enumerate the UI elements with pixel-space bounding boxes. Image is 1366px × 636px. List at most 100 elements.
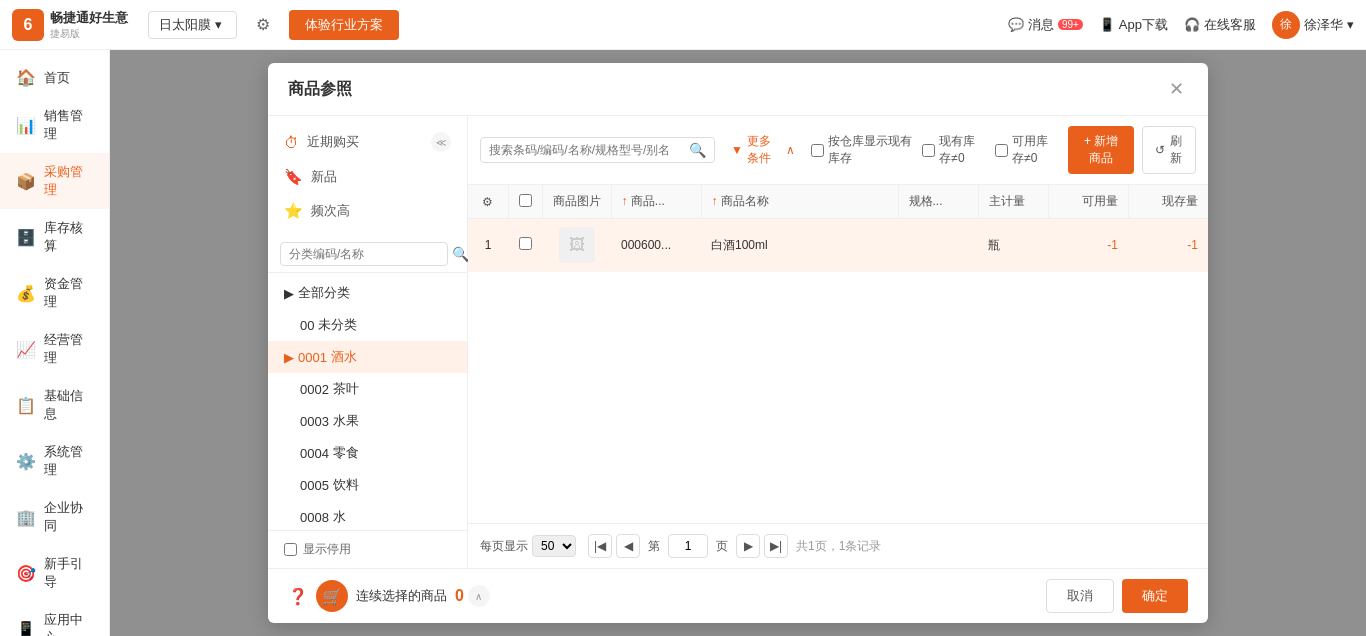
phone-icon: 📱 — [1099, 17, 1115, 32]
chevron-up-icon: ∧ — [786, 143, 795, 157]
recent-section: ⏱ 近期购买 ≪ 🔖 新品 ⭐ 频次高 — [268, 116, 467, 236]
sidebar-item-system[interactable]: ⚙️ 系统管理 — [0, 433, 109, 489]
col-code-header[interactable]: ↑ 商品... — [611, 185, 701, 219]
app-download-nav-item[interactable]: 📱 App下载 — [1099, 16, 1168, 34]
management-icon: 📈 — [16, 340, 36, 359]
modal-header: 商品参照 ✕ — [268, 63, 1208, 116]
sidebar-item-sales[interactable]: 📊 销售管理 — [0, 97, 109, 153]
experience-button[interactable]: 体验行业方案 — [289, 10, 399, 40]
col-unit-header[interactable]: 主计量 — [978, 185, 1048, 219]
row-stock: -1 — [1128, 219, 1208, 272]
enterprise-icon: 🏢 — [16, 508, 36, 527]
modal-body: ⏱ 近期购买 ≪ 🔖 新品 ⭐ 频次高 — [268, 116, 1208, 568]
category-item-0003[interactable]: 0003 水果 — [268, 405, 467, 437]
modal-overlay: 商品参照 ✕ ⏱ 近期购买 ≪ 🔖 — [110, 50, 1366, 636]
new-product-item[interactable]: 🔖 新品 — [268, 160, 467, 194]
sidebar-item-purchase[interactable]: 📦 采购管理 — [0, 153, 109, 209]
home-icon: 🏠 — [16, 68, 36, 87]
message-icon: 💬 — [1008, 17, 1024, 32]
avail-not-zero-checkbox[interactable] — [995, 144, 1008, 157]
category-item-0001[interactable]: ▶ 0001 酒水 — [268, 341, 467, 373]
nav-selector[interactable]: 日太阳膜 ▾ — [148, 11, 237, 39]
col-img-header: 商品图片 — [542, 185, 611, 219]
category-item-0008[interactable]: 0008 水 — [268, 501, 467, 530]
select-all-checkbox[interactable] — [519, 194, 532, 207]
warehouse-checkbox[interactable] — [811, 144, 824, 157]
page-input[interactable] — [668, 534, 708, 558]
footer-actions: 取消 确定 — [1046, 579, 1188, 613]
sidebar-item-management[interactable]: 📈 经营管理 — [0, 321, 109, 377]
row-checkbox[interactable] — [519, 237, 532, 250]
star-icon: ⭐ — [284, 202, 303, 220]
cancel-button[interactable]: 取消 — [1046, 579, 1114, 613]
page-size-dropdown[interactable]: 50 — [532, 535, 576, 557]
category-item-all[interactable]: ▶ 全部分类 — [268, 277, 467, 309]
last-page-button[interactable]: ▶| — [764, 534, 788, 558]
refresh-button[interactable]: ↺ 刷新 — [1142, 126, 1196, 174]
display-stopped-checkbox[interactable] — [284, 543, 297, 556]
search-icon[interactable]: 🔍 — [689, 142, 706, 158]
sidebar-item-basic-info[interactable]: 📋 基础信息 — [0, 377, 109, 433]
sidebar-item-inventory[interactable]: 🗄️ 库存核算 — [0, 209, 109, 265]
category-item-0004[interactable]: 0004 零食 — [268, 437, 467, 469]
sidebar-item-guide[interactable]: 🎯 新手引导 — [0, 545, 109, 601]
add-product-button[interactable]: + 新增商品 — [1068, 126, 1134, 174]
high-frequency-item[interactable]: ⭐ 频次高 — [268, 194, 467, 228]
prev-page-button[interactable]: ◀ — [616, 534, 640, 558]
recent-purchase-item[interactable]: ⏱ 近期购买 ≪ — [268, 124, 467, 160]
row-name: 白酒100ml — [701, 219, 898, 272]
active-tri-icon: ▶ — [284, 350, 294, 365]
table-row[interactable]: 1 🖼 — [468, 219, 1208, 272]
new-icon: 🔖 — [284, 168, 303, 186]
category-search-input[interactable] — [280, 242, 448, 266]
sidebar-item-apps[interactable]: 📱 应用中心 — [0, 601, 109, 636]
col-stock-header: 现存量 — [1128, 185, 1208, 219]
close-button[interactable]: ✕ — [1164, 77, 1188, 101]
first-page-button[interactable]: |◀ — [588, 534, 612, 558]
modal-left-panel: ⏱ 近期购买 ≪ 🔖 新品 ⭐ 频次高 — [268, 116, 468, 568]
modal-title: 商品参照 — [288, 79, 1164, 100]
stock-not-zero-checkbox[interactable] — [922, 144, 935, 157]
info-icon: 📋 — [16, 396, 36, 415]
col-name-header[interactable]: ↑ 商品名称 — [701, 185, 898, 219]
message-nav-item[interactable]: 💬 消息 99+ — [1008, 16, 1083, 34]
expand-selected-button[interactable]: ∧ — [468, 585, 490, 607]
modal-toolbar: 🔍 ▼ 更多条件 ∧ 按仓库显示现有库存 — [468, 116, 1208, 185]
col-spec-header[interactable]: 规格... — [898, 185, 978, 219]
next-page-button[interactable]: ▶ — [736, 534, 760, 558]
headset-icon: 🎧 — [1184, 17, 1200, 32]
collapse-icon[interactable]: ≪ — [431, 132, 451, 152]
selected-count: 0 — [455, 587, 464, 605]
settings-icon: ⚙ — [482, 195, 493, 209]
category-item-0002[interactable]: 0002 茶叶 — [268, 373, 467, 405]
filter-button[interactable]: ▼ 更多条件 ∧ — [723, 129, 803, 171]
modal-footer: ❓ 🛒 连续选择的商品 0 ∧ 取消 确定 — [268, 568, 1208, 623]
sidebar-item-home[interactable]: 🏠 首页 — [0, 58, 109, 97]
category-item-0005[interactable]: 0005 饮料 — [268, 469, 467, 501]
col-settings[interactable]: ⚙ — [468, 185, 508, 219]
user-nav-item[interactable]: 徐 徐泽华 ▾ — [1272, 11, 1354, 39]
page-info: 共1页，1条记录 — [796, 538, 881, 555]
checkbox-warehouse: 按仓库显示现有库存 — [811, 133, 915, 167]
sort-up-icon: ↑ — [622, 194, 628, 208]
search-icon[interactable]: 🔍 — [452, 246, 469, 262]
sidebar-item-enterprise[interactable]: 🏢 企业协同 — [0, 489, 109, 545]
product-search-input[interactable] — [489, 143, 689, 157]
modal-dialog: 商品参照 ✕ ⏱ 近期购买 ≪ 🔖 — [268, 63, 1208, 623]
online-service-nav-item[interactable]: 🎧 在线客服 — [1184, 16, 1256, 34]
content-area: 商品参照 ✕ ⏱ 近期购买 ≪ 🔖 — [110, 50, 1366, 636]
toolbar-right: + 新增商品 ↺ 刷新 — [1068, 126, 1196, 174]
confirm-button[interactable]: 确定 — [1122, 579, 1188, 613]
modal-right-panel: 🔍 ▼ 更多条件 ∧ 按仓库显示现有库存 — [468, 116, 1208, 568]
message-badge: 99+ — [1058, 19, 1083, 30]
sidebar-item-finance[interactable]: 💰 资金管理 — [0, 265, 109, 321]
category-item-00[interactable]: 00 未分类 — [268, 309, 467, 341]
gear-icon[interactable]: ⚙ — [247, 9, 279, 41]
apps-icon: 📱 — [16, 620, 36, 637]
top-nav: 6 畅捷通好生意 捷易版 日太阳膜 ▾ ⚙ 体验行业方案 💬 消息 99+ 📱 … — [0, 0, 1366, 50]
chevron-down-icon-user: ▾ — [1347, 17, 1354, 32]
row-img: 🖼 — [542, 219, 611, 272]
chevron-down-icon: ▾ — [215, 17, 222, 32]
help-icon[interactable]: ❓ — [288, 587, 308, 606]
row-spec — [898, 219, 978, 272]
